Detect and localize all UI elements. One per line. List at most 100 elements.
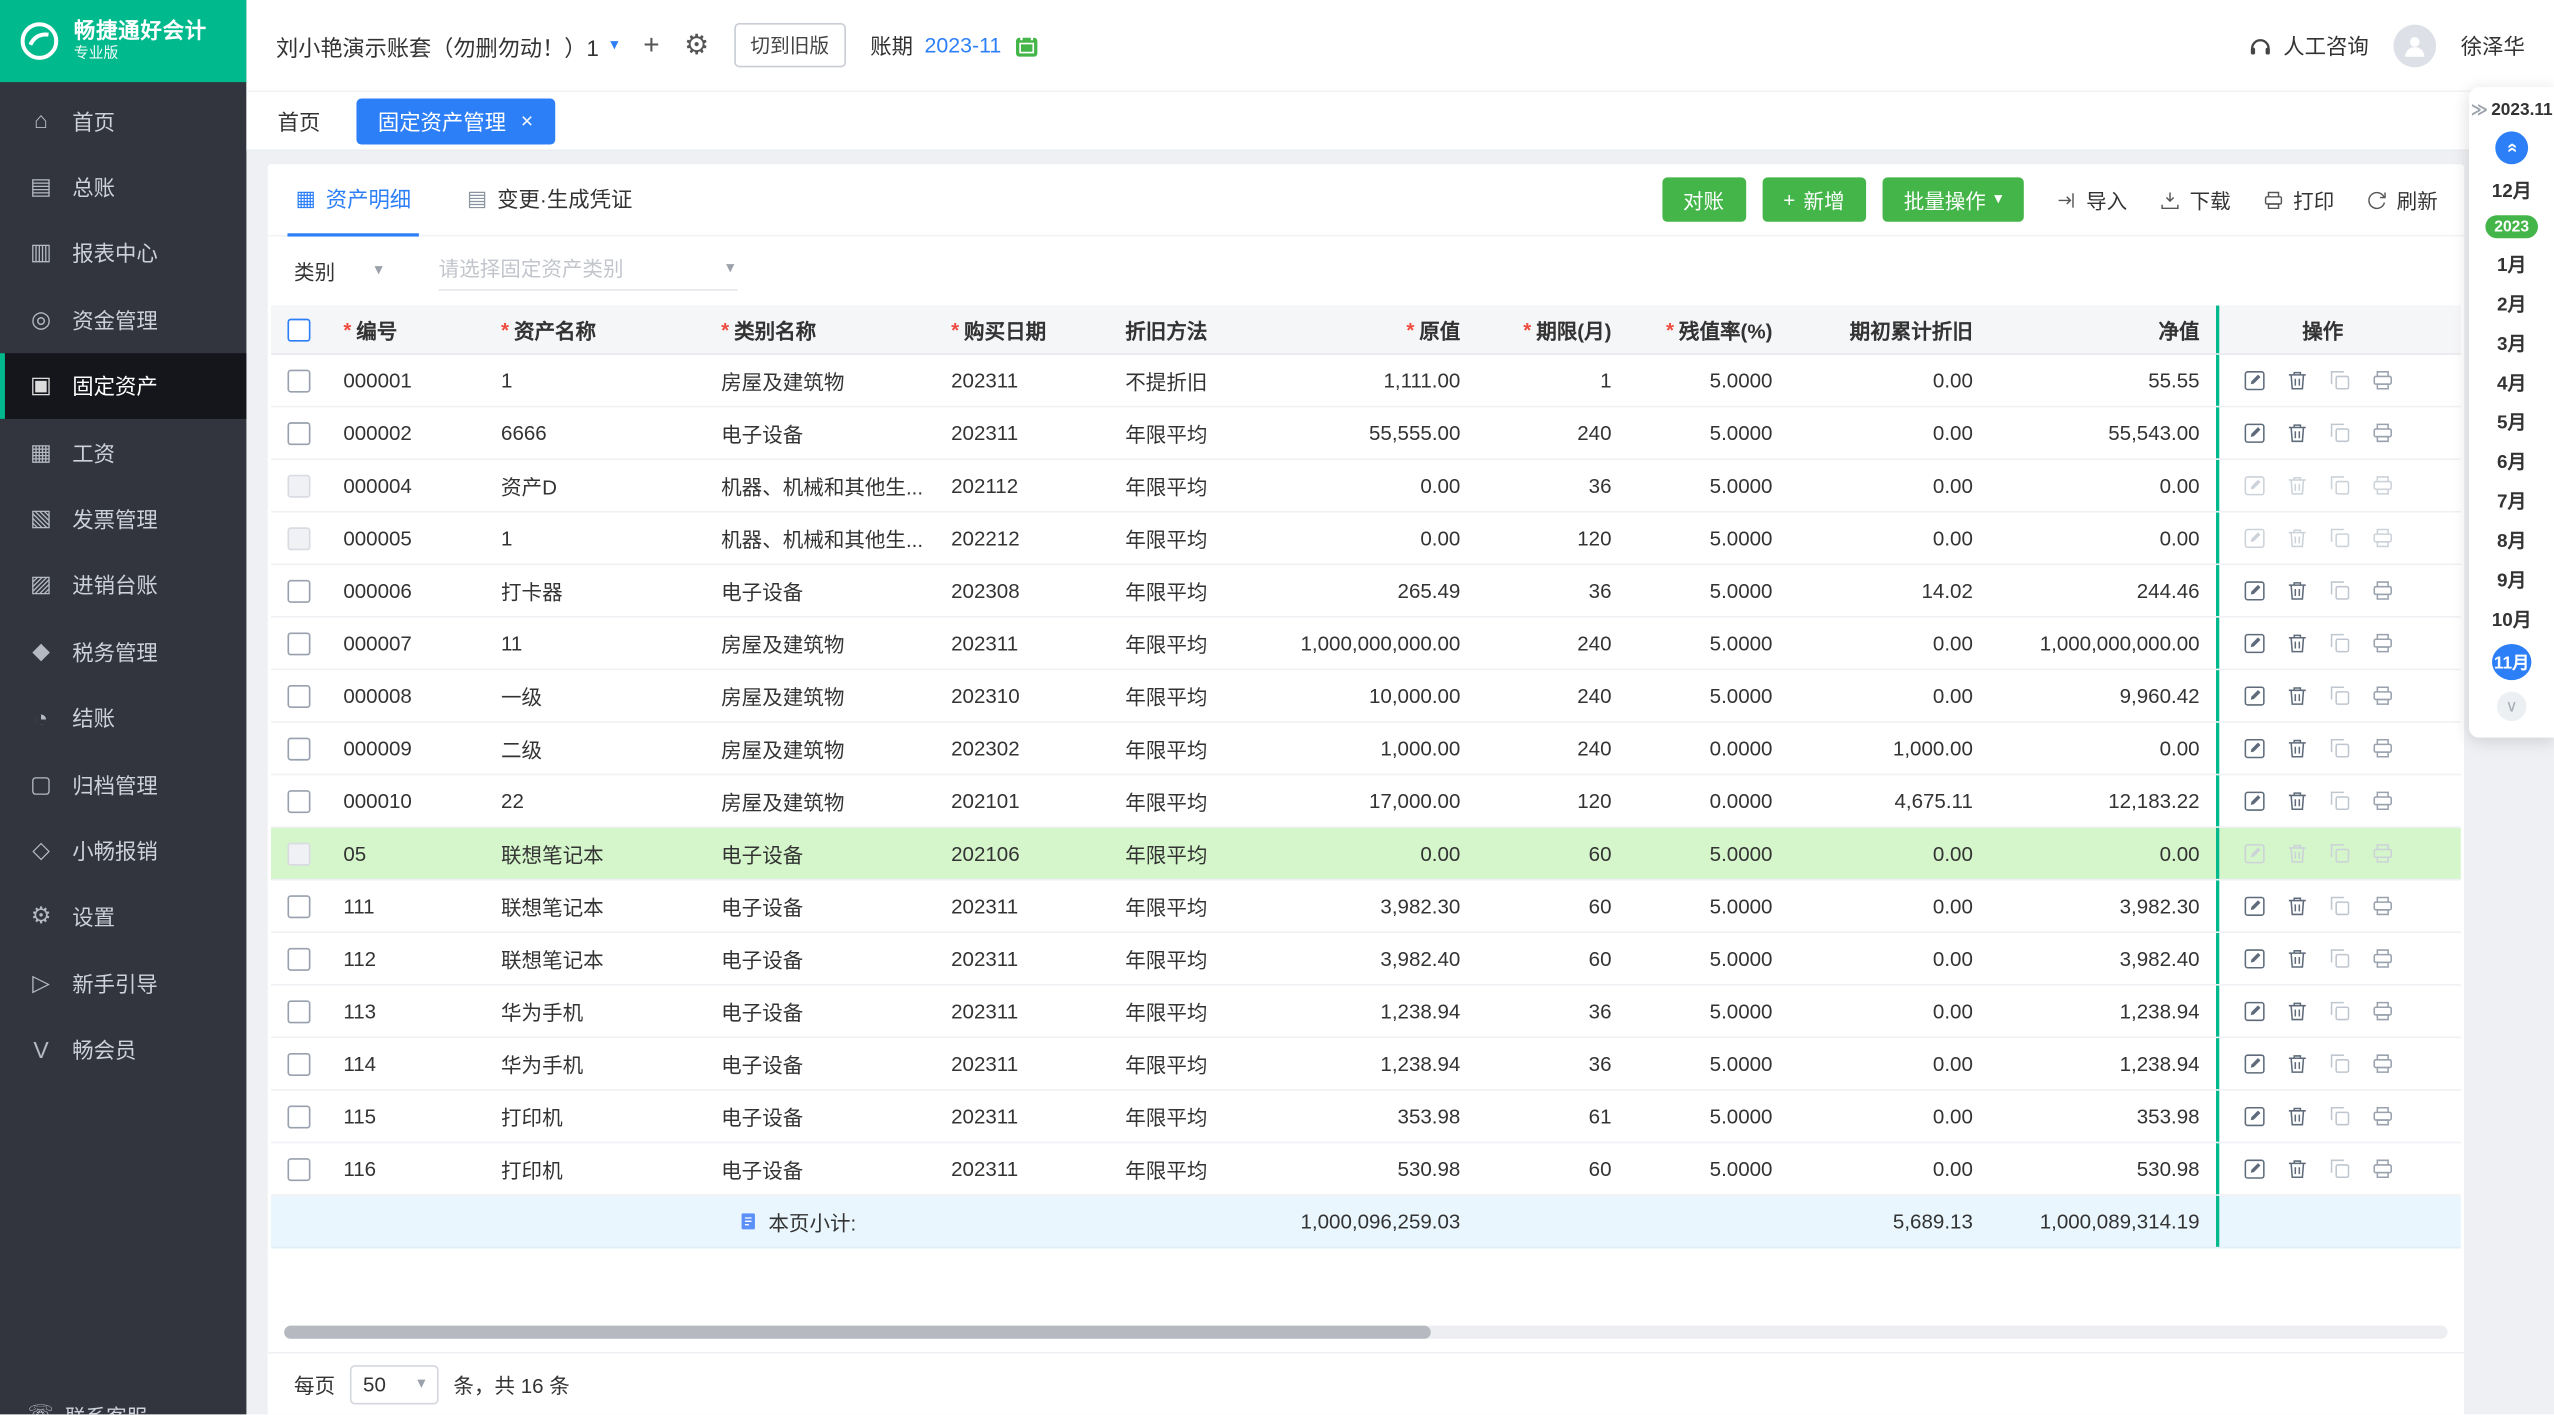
add-asset-button[interactable]: + 新增: [1761, 177, 1866, 222]
sidebar-item[interactable]: ▣ 固定资产: [0, 352, 247, 419]
sidebar-item[interactable]: ▤ 总账: [0, 153, 246, 219]
table-row[interactable]: 116 打印机 电子设备 202311 年限平均 530.98 60 5.000…: [271, 1143, 2461, 1196]
download-button[interactable]: 下载: [2158, 184, 2231, 215]
reconcile-button[interactable]: 对账: [1661, 177, 1746, 222]
copy-icon[interactable]: [2328, 1104, 2353, 1129]
add-account-set-button[interactable]: +: [643, 31, 659, 59]
calendar-month-item[interactable]: 7月: [2492, 486, 2531, 514]
copy-icon[interactable]: [2328, 999, 2353, 1024]
table-row[interactable]: 113 华为手机 电子设备 202311 年限平均 1,238.94 36 5.…: [271, 985, 2461, 1039]
delete-icon[interactable]: [2285, 736, 2310, 761]
sidebar-item[interactable]: ⌂ 首页: [0, 87, 246, 153]
delete-icon[interactable]: [2285, 841, 2310, 866]
row-checkbox[interactable]: [287, 736, 311, 760]
table-row[interactable]: 000009 二级 房屋及建筑物 202302 年限平均 1,000.00 24…: [271, 722, 2461, 776]
copy-icon[interactable]: [2328, 894, 2353, 919]
print-button[interactable]: 打印: [2262, 184, 2334, 215]
calendar-month-item[interactable]: 12月: [2492, 176, 2532, 204]
copy-icon[interactable]: [2328, 631, 2353, 656]
sidebar-item[interactable]: ▷ 新手引导: [0, 950, 246, 1016]
copy-icon[interactable]: [2328, 736, 2353, 761]
scroll-down-button[interactable]: ∨: [2496, 691, 2527, 722]
sidebar-item[interactable]: ◇ 小畅报销: [0, 817, 246, 883]
sidebar-item[interactable]: ▦ 工资: [0, 419, 246, 485]
delete-icon[interactable]: [2285, 894, 2310, 919]
table-row[interactable]: 000006 打卡器 电子设备 202308 年限平均 265.49 36 5.…: [271, 565, 2461, 618]
edit-icon[interactable]: [2242, 1051, 2267, 1076]
table-row[interactable]: 000005 1 机器、机械和其他生... 202212 年限平均 0.00 1…: [271, 512, 2461, 566]
calendar-month-item[interactable]: 8月: [2492, 526, 2531, 554]
table-row[interactable]: 000010 22 房屋及建筑物 202101 年限平均 17,000.00 1…: [271, 775, 2461, 828]
calendar-month-item[interactable]: 9月: [2492, 565, 2531, 593]
copy-icon[interactable]: [2328, 1051, 2353, 1076]
edit-icon[interactable]: [2242, 473, 2267, 498]
table-row[interactable]: 111 联想笔记本 电子设备 202311 年限平均 3,982.30 60 5…: [271, 880, 2461, 934]
edit-icon[interactable]: [2242, 1104, 2267, 1129]
edit-icon[interactable]: [2242, 368, 2267, 393]
calendar-month-item[interactable]: 11月: [2491, 643, 2532, 681]
sidebar-item[interactable]: ◆ 税务管理: [0, 618, 246, 684]
tab-home[interactable]: 首页: [278, 105, 321, 136]
row-checkbox[interactable]: [287, 841, 311, 865]
row-checkbox[interactable]: [287, 947, 311, 971]
accounting-period[interactable]: 账期 2023-11: [870, 30, 1039, 61]
print-row-icon[interactable]: [2370, 421, 2395, 446]
table-row[interactable]: 05 联想笔记本 电子设备 202106 年限平均 0.00 60 5.0000…: [271, 827, 2461, 881]
row-checkbox[interactable]: [287, 684, 311, 708]
sidebar-item[interactable]: ◔ 结账: [0, 684, 246, 750]
edit-icon[interactable]: [2242, 999, 2267, 1024]
delete-icon[interactable]: [2285, 683, 2310, 708]
row-checkbox[interactable]: [287, 473, 311, 497]
calendar-month-item[interactable]: 10月: [2492, 605, 2532, 633]
edit-icon[interactable]: [2242, 526, 2267, 551]
edit-icon[interactable]: [2242, 683, 2267, 708]
table-row[interactable]: 114 华为手机 电子设备 202311 年限平均 1,238.94 36 5.…: [271, 1038, 2461, 1091]
sidebar-item[interactable]: ▨ 进销台账: [0, 552, 246, 618]
edit-icon[interactable]: [2242, 841, 2267, 866]
row-checkbox[interactable]: [287, 631, 311, 655]
table-row[interactable]: 000001 1 房屋及建筑物 202311 不提折旧 1,111.00 1 5…: [271, 354, 2461, 408]
edit-icon[interactable]: [2242, 736, 2267, 761]
print-row-icon[interactable]: [2370, 736, 2395, 761]
row-checkbox[interactable]: [287, 789, 311, 813]
copy-icon[interactable]: [2328, 683, 2353, 708]
delete-icon[interactable]: [2285, 421, 2310, 446]
delete-icon[interactable]: [2285, 526, 2310, 551]
subtab-voucher-change[interactable]: ▤ 变更·生成凭证: [459, 163, 641, 235]
row-checkbox[interactable]: [287, 526, 311, 550]
row-checkbox[interactable]: [287, 999, 311, 1023]
calendar-month-item[interactable]: 5月: [2492, 407, 2531, 435]
scrollbar-thumb[interactable]: [284, 1325, 1431, 1339]
print-row-icon[interactable]: [2370, 526, 2395, 551]
sidebar-item[interactable]: ⚙ 设置: [0, 883, 246, 949]
avatar[interactable]: [2393, 23, 2437, 67]
select-all-checkbox[interactable]: [287, 317, 311, 341]
print-row-icon[interactable]: [2370, 683, 2395, 708]
switch-old-version-button[interactable]: 切到旧版: [733, 22, 846, 68]
edit-icon[interactable]: [2242, 578, 2267, 603]
copy-icon[interactable]: [2328, 841, 2353, 866]
sidebar-item[interactable]: ◎ 资金管理: [0, 286, 246, 352]
scroll-up-button[interactable]: «: [2495, 131, 2529, 165]
sidebar-item[interactable]: ▥ 报表中心: [0, 220, 246, 286]
row-checkbox[interactable]: [287, 421, 311, 445]
copy-icon[interactable]: [2328, 946, 2353, 971]
table-row[interactable]: 000004 资产D 机器、机械和其他生... 202112 年限平均 0.00…: [271, 459, 2461, 513]
delete-icon[interactable]: [2285, 631, 2310, 656]
row-checkbox[interactable]: [287, 579, 311, 603]
row-checkbox[interactable]: [287, 894, 311, 918]
print-row-icon[interactable]: [2370, 946, 2395, 971]
table-row[interactable]: 115 打印机 电子设备 202311 年限平均 353.98 61 5.000…: [271, 1090, 2461, 1144]
edit-icon[interactable]: [2242, 788, 2267, 813]
print-row-icon[interactable]: [2370, 1051, 2395, 1076]
subtab-asset-detail[interactable]: ▦ 资产明细: [287, 163, 420, 236]
print-row-icon[interactable]: [2370, 578, 2395, 603]
copy-icon[interactable]: [2328, 578, 2353, 603]
collapse-panel-icon[interactable]: ≫: [2471, 101, 2488, 119]
category-input[interactable]: [438, 257, 738, 281]
copy-icon[interactable]: [2328, 421, 2353, 446]
calendar-icon[interactable]: [1013, 32, 1039, 58]
edit-icon[interactable]: [2242, 421, 2267, 446]
print-row-icon[interactable]: [2370, 841, 2395, 866]
delete-icon[interactable]: [2285, 578, 2310, 603]
